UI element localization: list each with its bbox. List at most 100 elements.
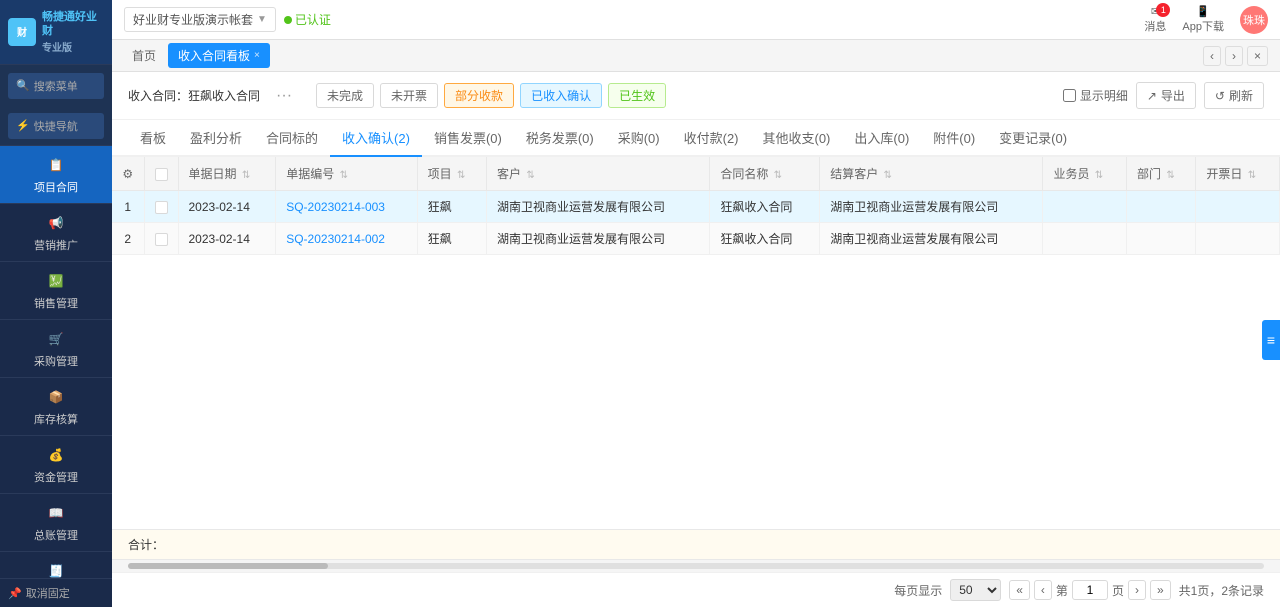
row-customer-2: 湖南卫视商业运营发展有限公司: [487, 223, 710, 255]
contract-column-header[interactable]: 合同名称 ⇅: [710, 157, 820, 191]
sidebar-item-2[interactable]: 💹 销售管理: [0, 262, 112, 320]
select-all-column-header[interactable]: [144, 157, 178, 191]
sidebar-item-1[interactable]: 📢 营销推广: [0, 204, 112, 262]
total-label: 合计：: [128, 536, 164, 553]
tab-6[interactable]: 采购(0): [606, 120, 672, 157]
row-salesperson-2: [1043, 223, 1127, 255]
sidebar-item-7[interactable]: 🧾 发票管理: [0, 552, 112, 578]
tab-9[interactable]: 出入库(0): [842, 120, 921, 157]
sidebar-item-0[interactable]: 📋 项目合同: [0, 146, 112, 204]
nav-icon: ⚡: [16, 119, 30, 132]
user-avatar[interactable]: 珠珠: [1240, 6, 1268, 34]
sidebar-icon-3: 🛒: [45, 328, 67, 350]
side-panel-toggle[interactable]: ≡: [1262, 320, 1280, 360]
topbar: 好业财专业版演示帐套 ▼ 已认证 ✉ 1 消息 📱 App下载 珠珠: [112, 0, 1280, 40]
tab-10[interactable]: 附件(0): [921, 120, 987, 157]
sidebar-label-5: 资金管理: [34, 469, 78, 485]
row-billno-1[interactable]: SQ-20230214-003: [276, 191, 417, 223]
sidebar-label-0: 项目合同: [34, 179, 78, 195]
search-menu-button[interactable]: 🔍 搜索菜单: [8, 73, 104, 99]
sort-icon-5: ⇅: [774, 170, 782, 181]
mobile-icon: 📱: [1196, 5, 1210, 18]
row-check-1[interactable]: [144, 191, 178, 223]
status-confirmed-button[interactable]: 已收入确认: [520, 83, 602, 108]
refresh-button[interactable]: ↺ 刷新: [1204, 82, 1264, 109]
tab-2[interactable]: 合同标的: [254, 120, 330, 157]
sidebar-bottom[interactable]: 📌 取消固定: [0, 578, 112, 607]
tab-5[interactable]: 税务发票(0): [514, 120, 606, 157]
settings-column-header[interactable]: ⚙: [112, 157, 144, 191]
invoice-date-column-header[interactable]: 开票日 ⇅: [1196, 157, 1280, 191]
last-page-button[interactable]: »: [1150, 580, 1171, 600]
status-incomplete-button[interactable]: 未完成: [316, 83, 374, 108]
tab-close-icon[interactable]: ×: [254, 50, 260, 61]
certified-dot-icon: [284, 16, 292, 24]
row-date-2: 2023-02-14: [178, 223, 276, 255]
row-seq-1: 1: [112, 191, 144, 223]
quick-nav-button[interactable]: ⚡ 快捷导航: [8, 113, 104, 139]
page-input[interactable]: [1072, 580, 1108, 600]
tab-4[interactable]: 销售发票(0): [422, 120, 514, 157]
main-content: 好业财专业版演示帐套 ▼ 已认证 ✉ 1 消息 📱 App下载 珠珠: [112, 0, 1280, 607]
project-column-header[interactable]: 项目 ⇅: [417, 157, 486, 191]
sidebar-item-6[interactable]: 📖 总账管理: [0, 494, 112, 552]
home-tab[interactable]: 首页: [124, 43, 164, 68]
tab-8[interactable]: 其他收支(0): [751, 120, 843, 157]
row-billno-2[interactable]: SQ-20230214-002: [276, 223, 417, 255]
quick-nav-label: 快捷导航: [34, 118, 78, 134]
date-column-header[interactable]: 单据日期 ⇅: [178, 157, 276, 191]
select-all-checkbox[interactable]: [155, 168, 168, 181]
billno-column-header[interactable]: 单据编号 ⇅: [276, 157, 417, 191]
first-page-button[interactable]: «: [1009, 580, 1030, 600]
tab-3[interactable]: 收入确认(2): [330, 120, 422, 157]
salesperson-column-header[interactable]: 业务员 ⇅: [1043, 157, 1127, 191]
table-row[interactable]: 1 2023-02-14 SQ-20230214-003 狂飙 湖南卫视商业运营…: [112, 191, 1280, 223]
show-detail-checkbox[interactable]: [1063, 89, 1076, 102]
tab-next-button[interactable]: ›: [1225, 46, 1243, 66]
page-size-select[interactable]: 50 100 200: [950, 579, 1001, 601]
row-dept-2: [1127, 223, 1196, 255]
message-button[interactable]: ✉ 1 消息: [1144, 5, 1166, 34]
sidebar-label-2: 销售管理: [34, 295, 78, 311]
active-tab[interactable]: 收入合同看板 ×: [168, 43, 270, 68]
export-button[interactable]: ↗ 导出: [1136, 82, 1196, 109]
quick-nav-area: ⚡ 快捷导航: [0, 107, 112, 146]
topbar-right: ✉ 1 消息 📱 App下载 珠珠: [1144, 5, 1268, 34]
sort-icon-4: ⇅: [526, 170, 534, 181]
row-check-2[interactable]: [144, 223, 178, 255]
prev-page-button[interactable]: ‹: [1034, 580, 1052, 600]
tab-prev-button[interactable]: ‹: [1203, 46, 1221, 66]
row-dept-1: [1127, 191, 1196, 223]
sort-icon-2: ⇅: [340, 170, 348, 181]
tab-7[interactable]: 收付款(2): [672, 120, 751, 157]
customer-column-header[interactable]: 客户 ⇅: [487, 157, 710, 191]
table-row[interactable]: 2 2023-02-14 SQ-20230214-002 狂飙 湖南卫视商业运营…: [112, 223, 1280, 255]
more-button[interactable]: ···: [272, 87, 296, 105]
sidebar-item-4[interactable]: 📦 库存核算: [0, 378, 112, 436]
tab-0[interactable]: 看板: [128, 120, 178, 157]
tab-11[interactable]: 变更记录(0): [987, 120, 1079, 157]
search-icon: 🔍: [16, 79, 30, 92]
tab-close-all-button[interactable]: ×: [1247, 46, 1268, 66]
scrollbar-thumb[interactable]: [128, 563, 328, 569]
sidebar-icon-2: 💹: [45, 270, 67, 292]
row-project-2: 狂飙: [417, 223, 486, 255]
settlement-column-header[interactable]: 结算客户 ⇅: [820, 157, 1043, 191]
tab-1[interactable]: 盈利分析: [178, 120, 254, 157]
dept-column-header[interactable]: 部门 ⇅: [1127, 157, 1196, 191]
status-effective-button[interactable]: 已生效: [608, 83, 666, 108]
horizontal-scrollbar[interactable]: [112, 559, 1280, 572]
next-page-button[interactable]: ›: [1128, 580, 1146, 600]
pagination: 每页显示 50 100 200 « ‹ 第 页 › » 共1页，2条记录: [112, 572, 1280, 607]
sidebar-icon-7: 🧾: [45, 560, 67, 578]
contract-prefix: 收入合同：: [128, 89, 188, 103]
logo-text: 畅捷通好业财: [42, 10, 104, 39]
app-download-label: App下载: [1182, 18, 1224, 34]
tabbar-nav: ‹ › ×: [1203, 46, 1268, 66]
sidebar-item-5[interactable]: 💰 资金管理: [0, 436, 112, 494]
sidebar-item-3[interactable]: 🛒 采购管理: [0, 320, 112, 378]
app-download-button[interactable]: 📱 App下载: [1182, 5, 1224, 34]
company-select[interactable]: 好业财专业版演示帐套 ▼: [124, 7, 276, 32]
status-uninvoiced-button[interactable]: 未开票: [380, 83, 438, 108]
status-partial-button[interactable]: 部分收款: [444, 83, 514, 108]
